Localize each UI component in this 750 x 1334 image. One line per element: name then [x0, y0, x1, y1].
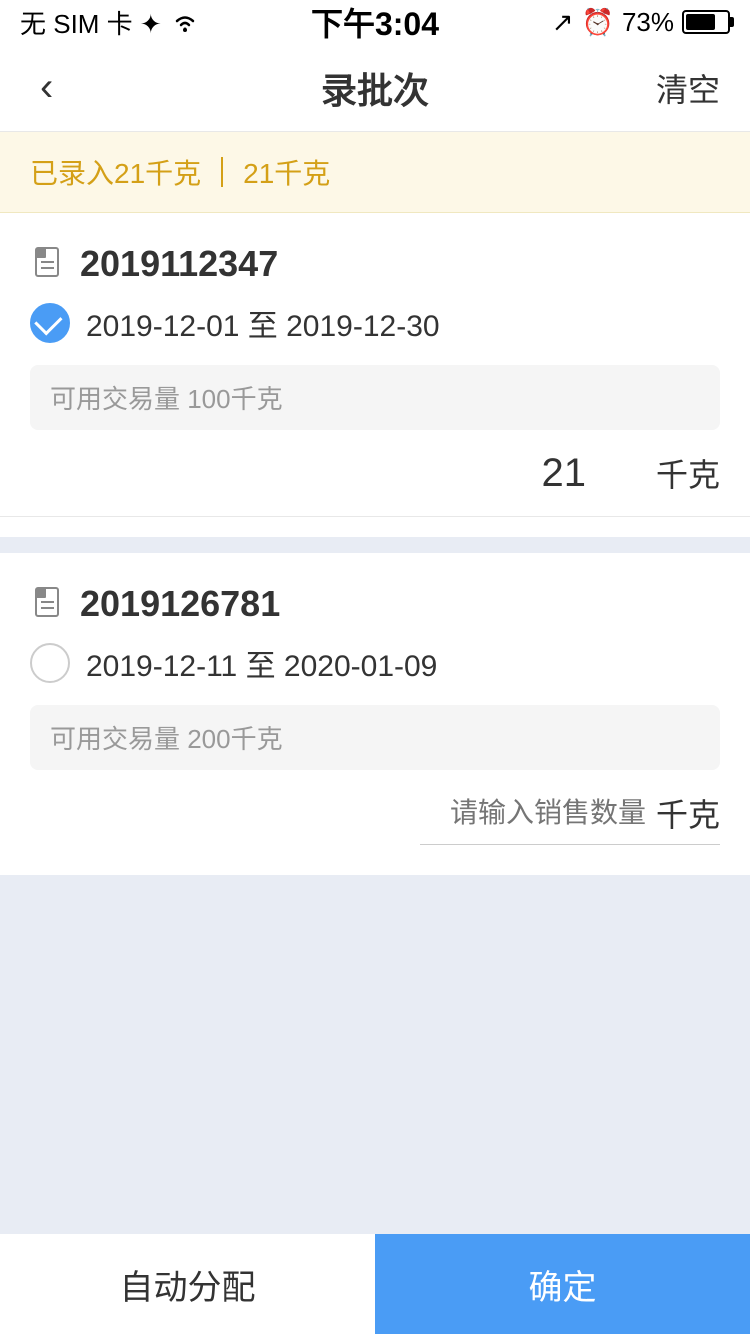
- page-title: 录批次: [321, 62, 429, 114]
- clear-button[interactable]: 清空: [656, 65, 720, 111]
- batch-item-1: 2019112347 2019-12-01 至 2019-12-30 可用交易量…: [0, 213, 750, 537]
- back-button[interactable]: ‹: [30, 55, 63, 120]
- batch-2-date: 2019-12-11 至 2020-01-09: [86, 641, 437, 685]
- batch-item-2: 2019126781 2019-12-11 至 2020-01-09 可用交易量…: [0, 553, 750, 875]
- batch-1-header: 2019112347: [30, 243, 720, 285]
- batch-2-date-row[interactable]: 2019-12-11 至 2020-01-09: [30, 641, 720, 685]
- batch-1-qty-unit: 千克: [656, 450, 720, 496]
- sim-label: 无 SIM 卡 ✦: [20, 4, 162, 41]
- alarm-icon: ⏰: [582, 7, 614, 38]
- batch-2-input-inner: 千克: [296, 790, 720, 836]
- batch-2-qty-unit: 千克: [656, 790, 720, 836]
- batch-2-available: 可用交易量 200千克: [30, 705, 720, 770]
- location-icon: ↗: [552, 7, 574, 38]
- batch-2-qty-row: 千克: [0, 770, 750, 855]
- status-time: 下午3:04: [311, 0, 439, 45]
- info-banner: 已录入21千克 21千克: [0, 132, 750, 213]
- doc-icon-2: [30, 586, 70, 622]
- batch-2-id: 2019126781: [80, 583, 280, 625]
- section-separator: [0, 537, 750, 553]
- status-right: ↗ ⏰ 73%: [552, 7, 730, 38]
- batch-2-qty-input[interactable]: [296, 797, 646, 829]
- batch-1-date-row[interactable]: 2019-12-01 至 2019-12-30: [30, 301, 720, 345]
- batch-1-id: 2019112347: [80, 243, 278, 285]
- info-divider: [221, 157, 223, 187]
- batch-2-radio[interactable]: [30, 643, 70, 683]
- auto-distribute-button[interactable]: 自动分配: [0, 1234, 375, 1334]
- batch-1-header-section: 2019112347 2019-12-01 至 2019-12-30 可用交易量…: [0, 213, 750, 430]
- batch-1-radio[interactable]: [30, 303, 70, 343]
- bottom-area: [0, 875, 750, 1275]
- batch-2-input-container: 千克: [30, 790, 720, 845]
- battery-pct: 73%: [622, 7, 674, 38]
- bottom-buttons: 自动分配 确定: [0, 1234, 750, 1334]
- status-left: 无 SIM 卡 ✦: [20, 4, 200, 41]
- batch-1-qty-row: 21 千克: [0, 430, 750, 517]
- doc-icon-1: [30, 246, 70, 282]
- batch-2-header: 2019126781: [30, 583, 720, 625]
- batch-2-header-section: 2019126781 2019-12-11 至 2020-01-09 可用交易量…: [0, 553, 750, 770]
- nav-bar: ‹ 录批次 清空: [0, 44, 750, 132]
- status-bar: 无 SIM 卡 ✦ 下午3:04 ↗ ⏰ 73%: [0, 0, 750, 44]
- batch-1-available: 可用交易量 100千克: [30, 365, 720, 430]
- recorded-label: 已录入21千克: [30, 152, 201, 192]
- batch-1-qty-value: 21: [541, 451, 586, 496]
- batch-1-date: 2019-12-01 至 2019-12-30: [86, 301, 440, 345]
- wifi-icon: [170, 11, 200, 33]
- battery-icon: [682, 10, 730, 34]
- confirm-button[interactable]: 确定: [375, 1234, 750, 1334]
- recorded-value: 21千克: [243, 152, 330, 192]
